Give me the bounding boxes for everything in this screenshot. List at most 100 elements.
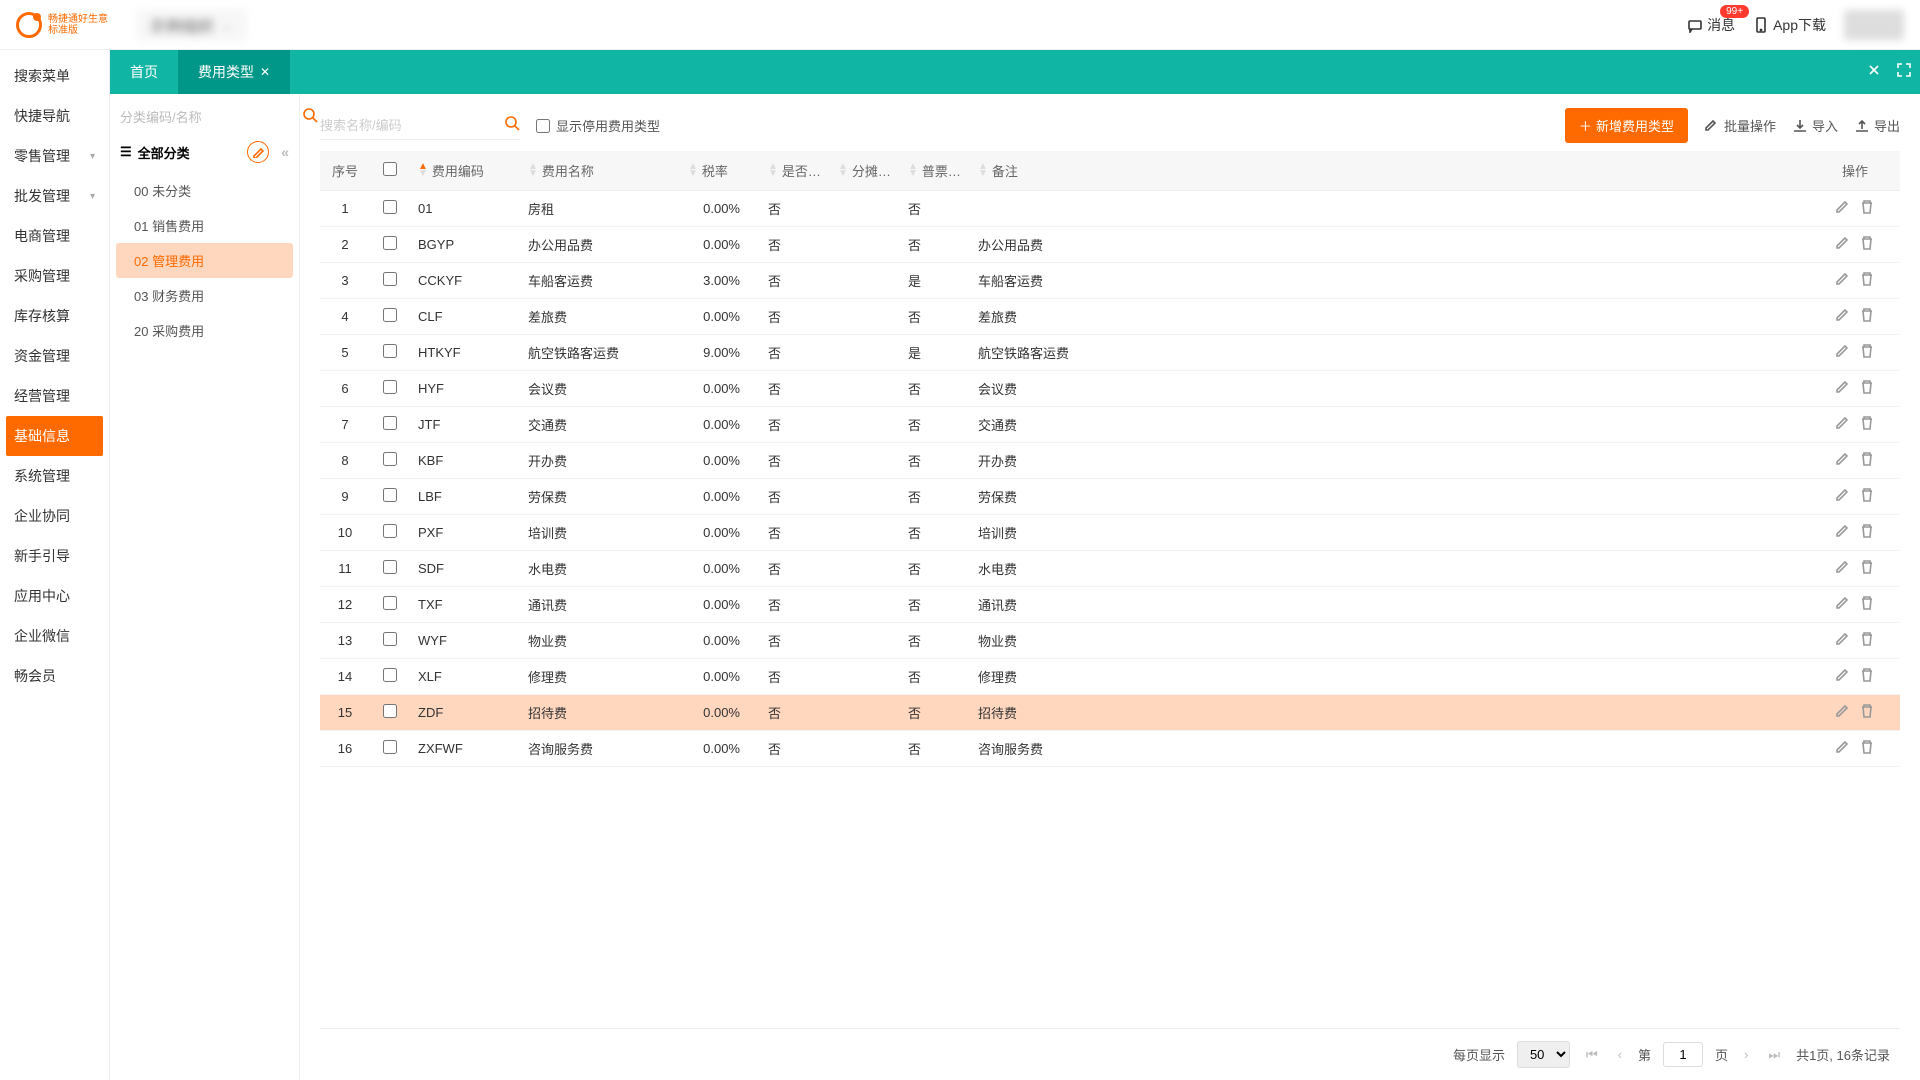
show-disabled-input[interactable] (536, 119, 550, 133)
row-checkbox[interactable] (383, 308, 397, 322)
delete-icon[interactable] (1859, 239, 1875, 254)
search-icon[interactable] (302, 107, 318, 128)
category-item[interactable]: 03 财务费用 (110, 278, 299, 313)
table-row[interactable]: 14XLF修理费0.00%否否修理费 (320, 659, 1900, 695)
sidenav-item[interactable]: 采购管理 (0, 256, 109, 296)
col-is[interactable]: ▲▼是否… (760, 151, 830, 191)
row-checkbox[interactable] (383, 560, 397, 574)
row-checkbox[interactable] (383, 668, 397, 682)
tabbar-close-icon[interactable] (1866, 62, 1882, 83)
delete-icon[interactable] (1859, 707, 1875, 722)
pager-next-icon[interactable]: › (1740, 1047, 1752, 1062)
page-input[interactable] (1663, 1042, 1703, 1067)
row-checkbox[interactable] (383, 272, 397, 286)
edit-icon[interactable] (1835, 671, 1851, 686)
table-row[interactable]: 15ZDF招待费0.00%否否招待费 (320, 695, 1900, 731)
row-checkbox[interactable] (383, 488, 397, 502)
col-remark[interactable]: ▲▼备注 (970, 151, 1810, 191)
col-seq[interactable]: 序号 (320, 151, 370, 191)
delete-icon[interactable] (1859, 419, 1875, 434)
delete-icon[interactable] (1859, 671, 1875, 686)
per-page-select[interactable]: 50 (1517, 1041, 1570, 1068)
edit-icon[interactable] (1835, 203, 1851, 218)
sidenav-item[interactable]: 库存核算 (0, 296, 109, 336)
sidenav-item[interactable]: 新手引导 (0, 536, 109, 576)
col-code[interactable]: ▲▼费用编码 (410, 151, 520, 191)
table-row[interactable]: 11SDF水电费0.00%否否水电费 (320, 551, 1900, 587)
delete-icon[interactable] (1859, 563, 1875, 578)
edit-icon[interactable] (1835, 635, 1851, 650)
table-row[interactable]: 16ZXFWF咨询服务费0.00%否否咨询服务费 (320, 731, 1900, 767)
row-checkbox[interactable] (383, 236, 397, 250)
delete-icon[interactable] (1859, 311, 1875, 326)
delete-icon[interactable] (1859, 203, 1875, 218)
sidenav-item[interactable]: 零售管理▾ (0, 136, 109, 176)
new-fee-type-button[interactable]: ＋ 新增费用类型 (1565, 108, 1688, 143)
edit-icon[interactable] (1835, 419, 1851, 434)
row-checkbox[interactable] (383, 380, 397, 394)
show-disabled-checkbox[interactable]: 显示停用费用类型 (536, 116, 660, 135)
category-item[interactable]: 01 销售费用 (110, 208, 299, 243)
edit-icon[interactable] (1835, 347, 1851, 362)
category-root[interactable]: ☰ 全部分类 « (110, 131, 299, 173)
tab[interactable]: 首页 (110, 50, 178, 94)
table-search-input[interactable] (320, 112, 504, 139)
row-checkbox[interactable] (383, 632, 397, 646)
table-row[interactable]: 10PXF培训费0.00%否否培训费 (320, 515, 1900, 551)
sidenav-item[interactable]: 畅会员 (0, 656, 109, 696)
table-row[interactable]: 7JTF交通费0.00%否否交通费 (320, 407, 1900, 443)
batch-action-button[interactable]: 批量操作 (1704, 116, 1776, 135)
edit-icon[interactable] (1835, 599, 1851, 614)
table-row[interactable]: 3CCKYF车船客运费3.00%否是车船客运费 (320, 263, 1900, 299)
delete-icon[interactable] (1859, 275, 1875, 290)
sidenav-item[interactable]: 电商管理 (0, 216, 109, 256)
col-rate[interactable]: ▲▼税率 (680, 151, 760, 191)
table-row[interactable]: 12TXF通讯费0.00%否否通讯费 (320, 587, 1900, 623)
delete-icon[interactable] (1859, 383, 1875, 398)
edit-icon[interactable] (1835, 239, 1851, 254)
col-select-all[interactable] (370, 151, 410, 191)
sidenav-item[interactable]: 搜索菜单 (0, 56, 109, 96)
category-item[interactable]: 02 管理费用 (116, 243, 293, 278)
delete-icon[interactable] (1859, 455, 1875, 470)
row-checkbox[interactable] (383, 452, 397, 466)
pager-prev-icon[interactable]: ‹ (1614, 1047, 1626, 1062)
category-item[interactable]: 20 采购费用 (110, 313, 299, 348)
pager-first-icon[interactable]: ⏮ (1582, 1047, 1602, 1063)
delete-icon[interactable] (1859, 743, 1875, 758)
row-checkbox[interactable] (383, 704, 397, 718)
category-item[interactable]: 00 未分类 (110, 173, 299, 208)
row-checkbox[interactable] (383, 200, 397, 214)
table-row[interactable]: 2BGYP办公用品费0.00%否否办公用品费 (320, 227, 1900, 263)
edit-icon[interactable] (1835, 563, 1851, 578)
sidenav-item[interactable]: 系统管理 (0, 456, 109, 496)
sidenav-item[interactable]: 企业微信 (0, 616, 109, 656)
export-button[interactable]: 导出 (1854, 116, 1900, 135)
sidenav-item[interactable]: 经营管理 (0, 376, 109, 416)
col-alloc[interactable]: ▲▼分摊… (830, 151, 900, 191)
row-checkbox[interactable] (383, 596, 397, 610)
sidenav-item[interactable]: 基础信息 (6, 416, 103, 456)
table-row[interactable]: 9LBF劳保费0.00%否否劳保费 (320, 479, 1900, 515)
org-switcher[interactable]: 示例组织 ⌄ (136, 9, 247, 41)
edit-icon[interactable] (1835, 275, 1851, 290)
edit-icon[interactable] (1835, 455, 1851, 470)
edit-icon[interactable] (1835, 491, 1851, 506)
category-search-input[interactable] (120, 104, 296, 131)
col-ticket[interactable]: ▲▼普票… (900, 151, 970, 191)
sidenav-item[interactable]: 批发管理▾ (0, 176, 109, 216)
row-checkbox[interactable] (383, 344, 397, 358)
row-checkbox[interactable] (383, 416, 397, 430)
category-edit-button[interactable] (247, 141, 269, 163)
collapse-icon[interactable]: « (281, 144, 289, 160)
sidenav-item[interactable]: 快捷导航 (0, 96, 109, 136)
table-row[interactable]: 8KBF开办费0.00%否否开办费 (320, 443, 1900, 479)
col-name[interactable]: ▲▼费用名称 (520, 151, 680, 191)
delete-icon[interactable] (1859, 347, 1875, 362)
avatar[interactable] (1844, 10, 1904, 40)
app-download-button[interactable]: App下载 (1753, 15, 1826, 35)
sidenav-item[interactable]: 应用中心 (0, 576, 109, 616)
edit-icon[interactable] (1835, 527, 1851, 542)
row-checkbox[interactable] (383, 524, 397, 538)
tabbar-expand-icon[interactable] (1896, 62, 1912, 83)
